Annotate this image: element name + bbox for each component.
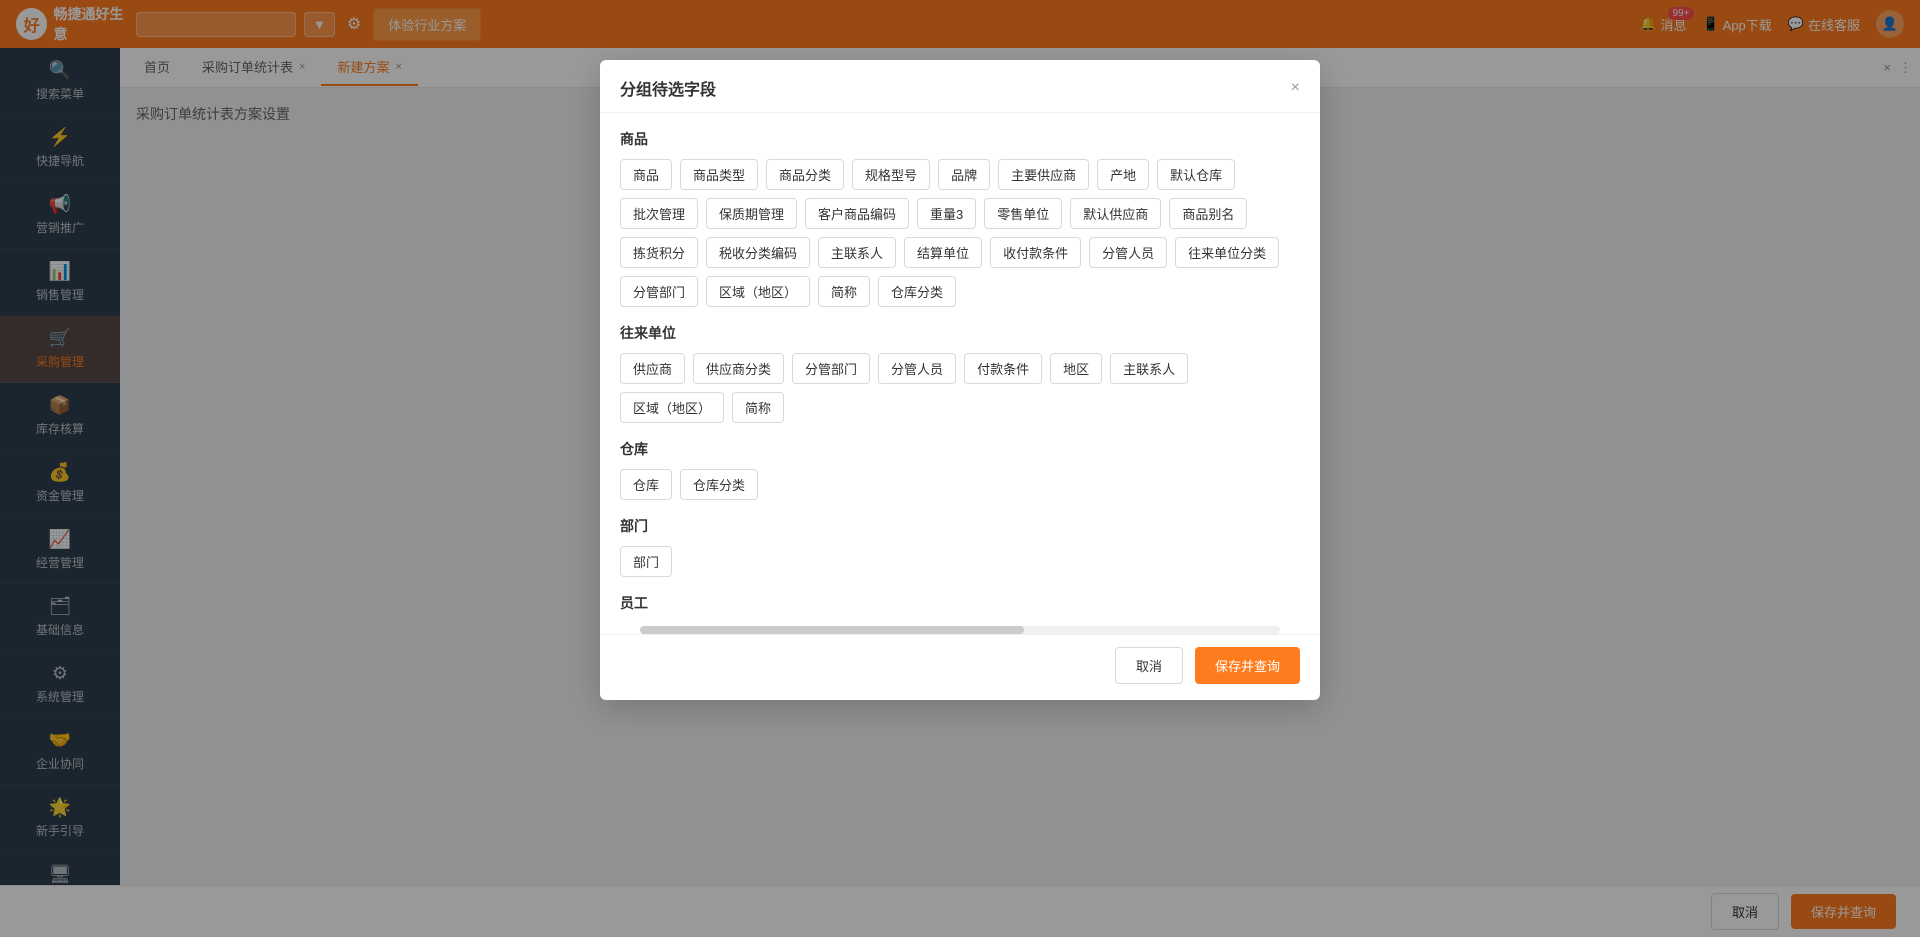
field-tag[interactable]: 供应商: [620, 353, 685, 384]
field-tag[interactable]: 区域（地区）: [706, 276, 810, 307]
section-title: 往来单位: [620, 323, 1300, 343]
field-tag[interactable]: 分管人员: [878, 353, 956, 384]
field-tag[interactable]: 默认供应商: [1070, 198, 1161, 229]
field-tag[interactable]: 重量3: [917, 198, 976, 229]
dialog-footer: 取消 保存并查询: [600, 634, 1320, 700]
field-tag[interactable]: 零售单位: [984, 198, 1062, 229]
field-tag[interactable]: 收付款条件: [990, 237, 1081, 268]
field-tag[interactable]: 分管部门: [620, 276, 698, 307]
section-title: 仓库: [620, 439, 1300, 459]
field-tag[interactable]: 简称: [818, 276, 870, 307]
field-tag[interactable]: 批次管理: [620, 198, 698, 229]
field-tag[interactable]: 地区: [1050, 353, 1102, 384]
field-tag[interactable]: 商品别名: [1169, 198, 1247, 229]
field-tag[interactable]: 分管人员: [1089, 237, 1167, 268]
field-tag[interactable]: 客户商品编码: [805, 198, 909, 229]
field-tag[interactable]: 主联系人: [818, 237, 896, 268]
field-tag[interactable]: 品牌: [938, 159, 990, 190]
field-tag[interactable]: 往来单位分类: [1175, 237, 1279, 268]
dialog-title: 分组待选字段: [620, 76, 716, 100]
field-tag[interactable]: 默认仓库: [1157, 159, 1235, 190]
dialog-overlay: 分组待选字段 × 商品商品商品类型商品分类规格型号品牌主要供应商产地默认仓库批次…: [0, 0, 1920, 937]
field-tag[interactable]: 付款条件: [964, 353, 1042, 384]
field-tag[interactable]: 税收分类编码: [706, 237, 810, 268]
field-tag[interactable]: 产地: [1097, 159, 1149, 190]
field-tag-grid: 部门: [620, 546, 1300, 577]
field-tag[interactable]: 区域（地区）: [620, 392, 724, 423]
field-tag-grid: 仓库仓库分类: [620, 469, 1300, 500]
dialog-close-button[interactable]: ×: [1291, 79, 1300, 97]
section-title: 商品: [620, 129, 1300, 149]
section-title: 员工: [620, 593, 1300, 613]
section-title: 部门: [620, 516, 1300, 536]
field-tag[interactable]: 简称: [732, 392, 784, 423]
dialog-cancel-button[interactable]: 取消: [1115, 647, 1183, 684]
dialog-confirm-button[interactable]: 保存并查询: [1195, 647, 1300, 684]
field-tag[interactable]: 保质期管理: [706, 198, 797, 229]
field-tag[interactable]: 商品分类: [766, 159, 844, 190]
dialog-header: 分组待选字段 ×: [600, 60, 1320, 113]
dialog-horizontal-scrollbar[interactable]: [640, 626, 1280, 634]
dialog-scrollbar-thumb: [640, 626, 1024, 634]
field-selection-dialog: 分组待选字段 × 商品商品商品类型商品分类规格型号品牌主要供应商产地默认仓库批次…: [600, 60, 1320, 700]
field-tag[interactable]: 拣货积分: [620, 237, 698, 268]
field-tag[interactable]: 结算单位: [904, 237, 982, 268]
field-tag[interactable]: 供应商分类: [693, 353, 784, 384]
field-tag[interactable]: 主联系人: [1110, 353, 1188, 384]
field-tag-grid: 商品商品类型商品分类规格型号品牌主要供应商产地默认仓库批次管理保质期管理客户商品…: [620, 159, 1300, 307]
field-tag[interactable]: 商品类型: [680, 159, 758, 190]
field-tag[interactable]: 主要供应商: [998, 159, 1089, 190]
field-tag[interactable]: 仓库: [620, 469, 672, 500]
field-tag[interactable]: 规格型号: [852, 159, 930, 190]
field-tag[interactable]: 仓库分类: [680, 469, 758, 500]
field-tag[interactable]: 分管部门: [792, 353, 870, 384]
dialog-body[interactable]: 商品商品商品类型商品分类规格型号品牌主要供应商产地默认仓库批次管理保质期管理客户…: [600, 113, 1320, 622]
field-tag-grid: 供应商供应商分类分管部门分管人员付款条件地区主联系人区域（地区） 简称: [620, 353, 1300, 423]
field-tag[interactable]: 部门: [620, 546, 672, 577]
field-tag[interactable]: 商品: [620, 159, 672, 190]
field-tag[interactable]: 仓库分类: [878, 276, 956, 307]
